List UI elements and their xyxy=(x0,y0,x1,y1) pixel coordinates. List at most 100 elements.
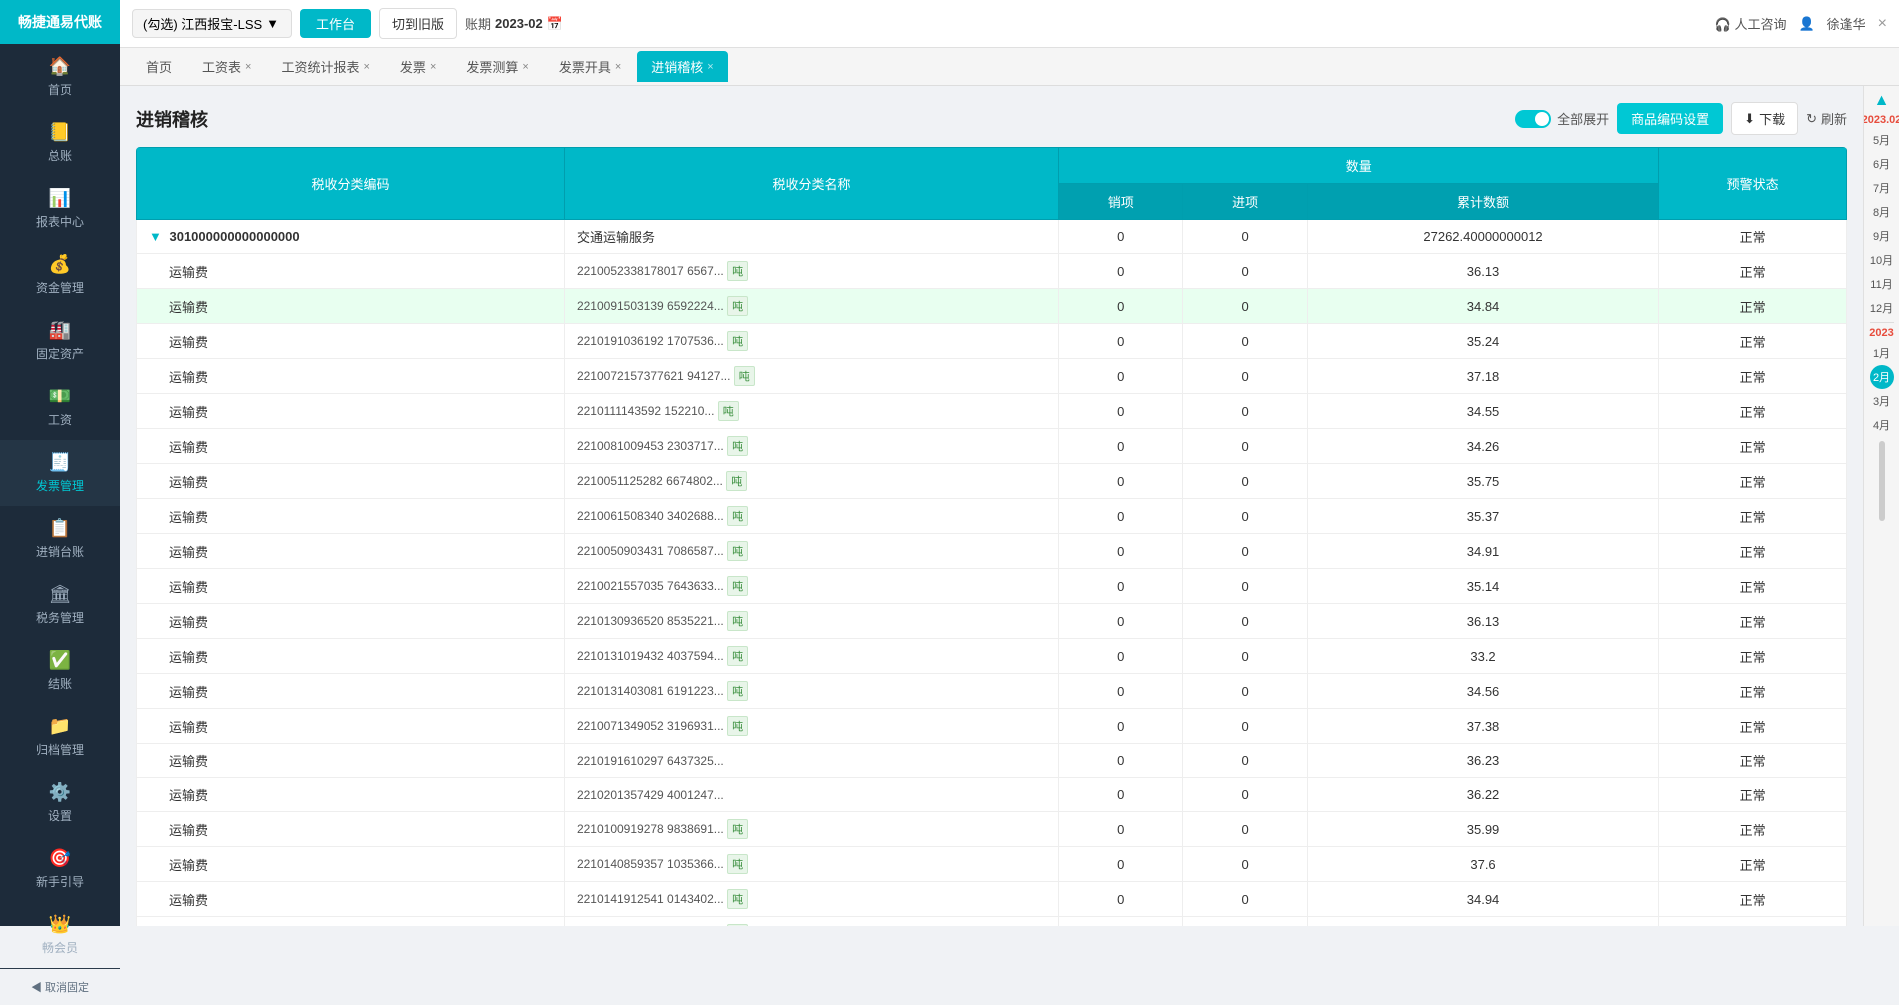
sidebar-item-label: 归档管理 xyxy=(36,741,84,758)
col-tax-name: 税收分类名称 xyxy=(564,148,1058,220)
company-selector[interactable]: (勾选) 江西报宝-LSS ▼ xyxy=(132,9,292,38)
table-row[interactable]: 运输费 2210131403081 6191223... 吨 0 0 34.56… xyxy=(137,674,1847,709)
salary-icon: 💵 xyxy=(49,386,71,407)
item-name-cell: 运输费 xyxy=(137,324,565,359)
sales-cell: 0 xyxy=(1059,254,1183,289)
tab-close-icon[interactable]: × xyxy=(430,61,436,73)
table-row[interactable]: 运输费 2210100919278 9838691... 吨 0 0 35.99… xyxy=(137,812,1847,847)
sidebar-item-capital[interactable]: 💰 资金管理 xyxy=(0,242,120,308)
tab-close-icon[interactable]: × xyxy=(707,61,713,73)
sidebar-item-report[interactable]: 📊 报表中心 xyxy=(0,176,120,242)
table-row[interactable]: 运输费 2210182021269 2571958... 吨 0 0 36.72… xyxy=(137,917,1847,927)
topbar: (勾选) 江西报宝-LSS ▼ 工作台 切到旧版 账期 2023-02 📅 🎧 … xyxy=(120,0,1899,48)
item-name-cell: 运输费 xyxy=(137,499,565,534)
right-panel: ▲ 2023.02 5月 6月 7月 8月 9月 10月 11月 12月 202… xyxy=(1863,86,1899,926)
month-1[interactable]: 1月 xyxy=(1864,341,1899,365)
expand-icon[interactable]: ▼ xyxy=(149,229,162,244)
support-label[interactable]: 🎧 人工咨询 xyxy=(1715,14,1787,33)
table-row[interactable]: 运输费 2210111143592 152210... 吨 0 0 34.55 … xyxy=(137,394,1847,429)
month-7[interactable]: 7月 xyxy=(1864,176,1899,200)
tab-invoice-issue[interactable]: 发票开具 × xyxy=(545,51,635,82)
month-2-active[interactable]: 2月 xyxy=(1870,365,1894,389)
workspace-button[interactable]: 工作台 xyxy=(300,9,371,38)
purchase-cell: 0 xyxy=(1183,812,1307,847)
table-row[interactable]: ▼ 301000000000000000 交通运输服务 0 0 27262.40… xyxy=(137,220,1847,254)
purchase-cell: 0 xyxy=(1183,639,1307,674)
month-11[interactable]: 11月 xyxy=(1864,272,1899,296)
download-button[interactable]: ⬇ 下载 xyxy=(1731,102,1798,135)
tab-sales-audit[interactable]: 进销稽核 × xyxy=(637,51,727,82)
month-9[interactable]: 9月 xyxy=(1864,224,1899,248)
tab-invoice[interactable]: 发票 × xyxy=(386,51,450,82)
tab-close-icon[interactable]: × xyxy=(245,61,251,73)
toggle-expand[interactable]: 全部展开 xyxy=(1515,109,1609,128)
tab-close-icon[interactable]: × xyxy=(363,61,369,73)
sidebar-item-fixed[interactable]: 🏭 固定资产 xyxy=(0,308,120,374)
refresh-button[interactable]: ↻ 刷新 xyxy=(1806,109,1847,128)
app-logo: 畅捷通易代账 xyxy=(0,0,120,44)
sidebar-item-label: 报表中心 xyxy=(36,213,84,230)
table-row[interactable]: 运输费 2210130936520 8535221... 吨 0 0 36.13… xyxy=(137,604,1847,639)
table-row[interactable]: 运输费 2210141912541 0143402... 吨 0 0 34.94… xyxy=(137,882,1847,917)
table-row[interactable]: 运输费 2210071349052 3196931... 吨 0 0 37.38… xyxy=(137,709,1847,744)
table-row[interactable]: 运输费 2210021557035 7643633... 吨 0 0 35.14… xyxy=(137,569,1847,604)
table-row[interactable]: 运输费 2210091503139 6592224... 吨 0 0 34.84… xyxy=(137,289,1847,324)
table-row[interactable]: 运输费 2210061508340 3402688... 吨 0 0 35.37… xyxy=(137,499,1847,534)
sidebar-item-label: 发票管理 xyxy=(36,477,84,494)
table-row[interactable]: 运输费 2210072157377621 94127... 吨 0 0 37.1… xyxy=(137,359,1847,394)
table-row[interactable]: 运输费 2210052338178017 6567... 吨 0 0 36.13… xyxy=(137,254,1847,289)
month-6[interactable]: 6月 xyxy=(1864,152,1899,176)
sidebar-item-salary[interactable]: 💵 工资 xyxy=(0,374,120,440)
month-3[interactable]: 3月 xyxy=(1864,389,1899,413)
sidebar-item-settings[interactable]: ⚙️ 设置 xyxy=(0,770,120,836)
month-5[interactable]: 5月 xyxy=(1864,128,1899,152)
sidebar-unpin[interactable]: ◀ 取消固定 xyxy=(0,968,120,1005)
table-row[interactable]: 运输费 2210081009453 2303717... 吨 0 0 34.26… xyxy=(137,429,1847,464)
table-row[interactable]: 运输费 2210051125282 6674802... 吨 0 0 35.75… xyxy=(137,464,1847,499)
sidebar-item-guide[interactable]: 🎯 新手引导 xyxy=(0,836,120,902)
unit-tag: 吨 xyxy=(727,716,748,736)
forecast-cell: 正常 xyxy=(1659,847,1847,882)
tab-salary-report[interactable]: 工资统计报表 × xyxy=(267,51,383,82)
tab-home[interactable]: 首页 xyxy=(132,51,186,82)
sidebar-item-label: 设置 xyxy=(48,807,72,824)
month-8[interactable]: 8月 xyxy=(1864,200,1899,224)
sidebar-item-invoice[interactable]: 🧾 发票管理 xyxy=(0,440,120,506)
table-row[interactable]: 运输费 2210131019432 4037594... 吨 0 0 33.2 … xyxy=(137,639,1847,674)
close-icon[interactable]: × xyxy=(1878,15,1887,33)
sales-cell: 0 xyxy=(1059,882,1183,917)
table-row[interactable]: 运输费 2210050903431 7086587... 吨 0 0 34.91… xyxy=(137,534,1847,569)
sidebar-item-tax[interactable]: 🏛 税务管理 xyxy=(0,572,120,638)
scroll-up-icon[interactable]: ▲ xyxy=(1872,90,1892,112)
tab-salary-table[interactable]: 工资表 × xyxy=(188,51,265,82)
unit-tag: 吨 xyxy=(727,646,748,666)
forecast-cell: 正常 xyxy=(1659,394,1847,429)
forecast-cell: 正常 xyxy=(1659,289,1847,324)
sidebar-item-sales[interactable]: 📋 进销台账 xyxy=(0,506,120,572)
product-code-settings-button[interactable]: 商品编码设置 xyxy=(1617,103,1723,134)
content-area: 进销稽核 全部展开 商品编码设置 ⬇ 下载 ↻ 刷新 xyxy=(120,86,1899,926)
sidebar-item-home[interactable]: 🏠 首页 xyxy=(0,44,120,110)
tab-close-icon[interactable]: × xyxy=(615,61,621,73)
sidebar-item-archive[interactable]: 📁 归档管理 xyxy=(0,704,120,770)
switch-version-button[interactable]: 切到旧版 xyxy=(379,8,457,39)
sidebar-item-settlement[interactable]: ✅ 结账 xyxy=(0,638,120,704)
cumulative-cell: 36.13 xyxy=(1307,254,1659,289)
sidebar-item-member[interactable]: 👑 畅会员 xyxy=(0,902,120,968)
month-12[interactable]: 12月 xyxy=(1864,296,1899,320)
tab-close-icon[interactable]: × xyxy=(522,61,528,73)
tab-invoice-calc[interactable]: 发票测算 × xyxy=(452,51,542,82)
table-row[interactable]: 运输费 2210201357429 4001247... 0 0 36.22 正… xyxy=(137,778,1847,812)
unit-tag: 吨 xyxy=(727,261,748,281)
table-row[interactable]: 运输费 2210191036192 1707536... 吨 0 0 35.24… xyxy=(137,324,1847,359)
cumulative-cell: 35.14 xyxy=(1307,569,1659,604)
month-4[interactable]: 4月 xyxy=(1864,413,1899,437)
table-row[interactable]: 运输费 2210140859357 1035366... 吨 0 0 37.6 … xyxy=(137,847,1847,882)
toggle-switch[interactable] xyxy=(1515,110,1551,128)
month-10[interactable]: 10月 xyxy=(1864,248,1899,272)
calendar-icon[interactable]: 📅 xyxy=(547,16,563,32)
table-row[interactable]: 运输费 2210191610297 6437325... 0 0 36.23 正… xyxy=(137,744,1847,778)
forecast-cell: 正常 xyxy=(1659,674,1847,709)
scroll-bar[interactable] xyxy=(1879,441,1885,521)
sidebar-item-ledger[interactable]: 📒 总账 xyxy=(0,110,120,176)
